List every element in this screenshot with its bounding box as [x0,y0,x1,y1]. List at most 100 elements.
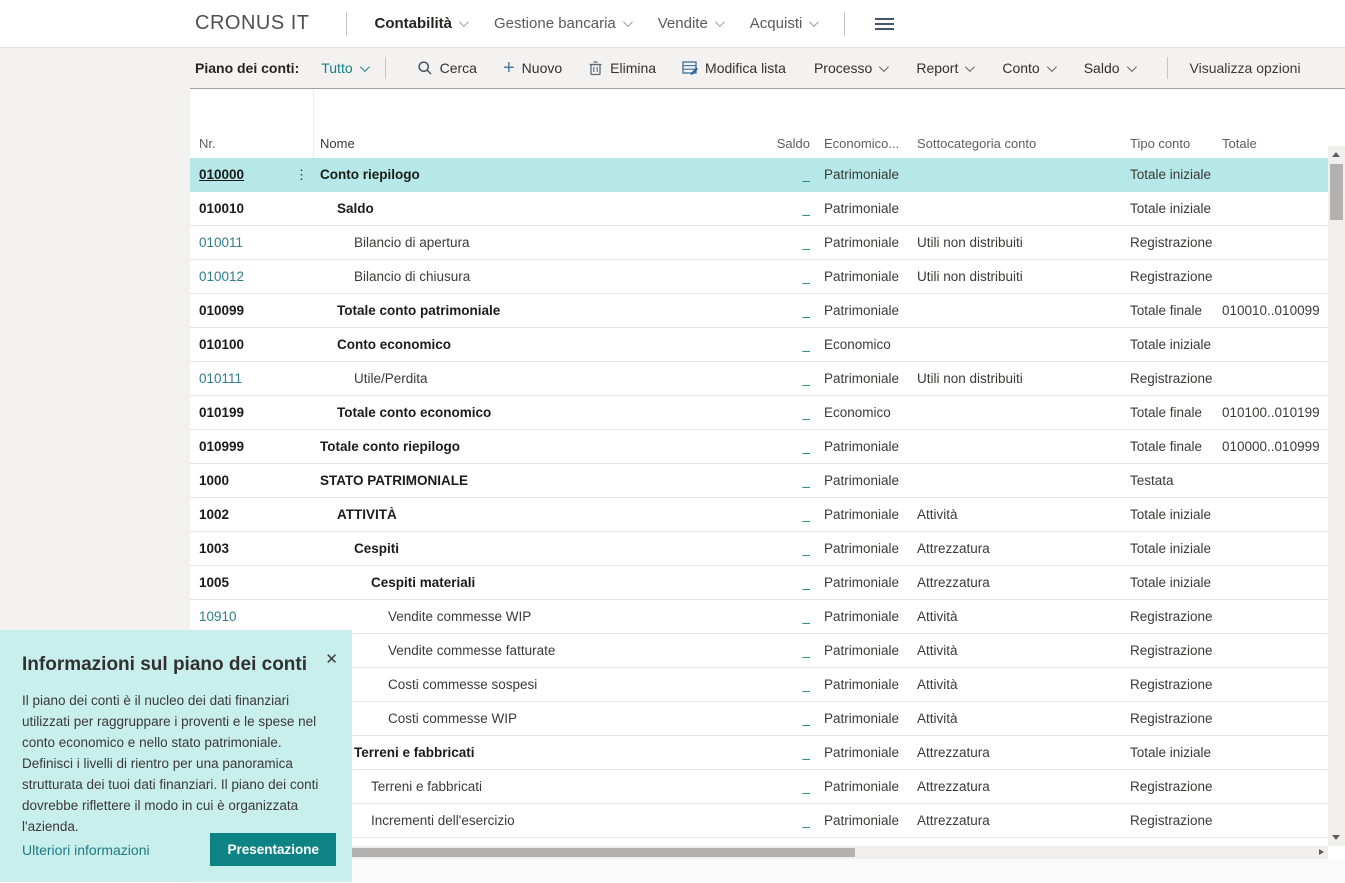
row-nr-link[interactable]: 010099 [199,303,244,318]
col-header-tipo-conto[interactable]: Tipo conto [1123,136,1215,151]
col-header-nome[interactable]: Nome [313,136,770,151]
table-row[interactable]: ⋮ Costi commesse sospesi _ Patrimoniale … [190,668,1328,702]
row-tipo-conto: Totale iniziale [1130,745,1212,760]
row-context-menu-icon[interactable]: ⋮ [295,167,309,183]
table-row[interactable]: 1000 ⋮ STATO PATRIMONIALE _ Patrimoniale… [190,464,1328,498]
table-row[interactable]: 010099 ⋮ Totale conto patrimoniale _ Pat… [190,294,1328,328]
col-header-economico[interactable]: Economico... [810,136,917,151]
row-saldo-link[interactable]: _ [770,337,810,352]
row-saldo-link[interactable]: _ [770,541,810,556]
table-row[interactable]: 010010 ⋮ Saldo _ Patrimoniale Totale ini… [190,192,1328,226]
presentation-button[interactable]: Presentazione [210,833,336,866]
row-saldo-link[interactable]: _ [770,507,810,522]
divider [384,57,386,79]
row-nr-link[interactable]: 1005 [199,575,229,590]
row-nr-link[interactable]: 1000 [199,473,229,488]
row-nome: Incrementi dell'esercizio [371,813,515,828]
table-row[interactable]: 1002 ⋮ ATTIVITÀ _ Patrimoniale Attività … [190,498,1328,532]
row-saldo-link[interactable]: _ [770,439,810,454]
chevron-down-icon [965,61,976,72]
row-saldo-link[interactable]: _ [770,609,810,624]
table-row[interactable]: 010011 ⋮ Bilancio di apertura _ Patrimon… [190,226,1328,260]
page-toolbar: Piano dei conti: Tutto Cerca + Nuovo Eli… [0,48,1345,88]
table-row[interactable]: 010111 ⋮ Utile/Perdita _ Patrimoniale Ut… [190,362,1328,396]
horizontal-scrollbar[interactable] [190,846,1328,859]
row-nr-link[interactable]: 1002 [199,507,229,522]
saldo-dropdown[interactable]: Saldo [1084,60,1137,76]
conto-dropdown[interactable]: Conto [1002,60,1057,76]
col-header-nr[interactable]: Nr. [190,136,313,151]
search-button[interactable]: Cerca [417,60,477,76]
new-button[interactable]: + Nuovo [502,57,562,79]
table-row[interactable]: 010012 ⋮ Bilancio di chiusura _ Patrimon… [190,260,1328,294]
table-row[interactable]: 10910 ⋮ Vendite commesse WIP _ Patrimoni… [190,600,1328,634]
row-saldo-link[interactable]: _ [770,303,810,318]
row-tipo-conto: Registrazione [1130,677,1213,692]
col-header-totale[interactable]: Totale [1215,136,1328,151]
view-filter-value: Tutto [321,60,353,76]
processo-dropdown[interactable]: Processo [814,60,890,76]
nav-menu-acquisti[interactable]: Acquisti [750,15,820,32]
row-saldo-link[interactable]: _ [770,779,810,794]
row-nr-link[interactable]: 010011 [199,235,243,250]
view-filter-dropdown[interactable]: Tutto [321,60,370,76]
row-nr-link[interactable]: 010199 [199,405,244,420]
row-nr-link[interactable]: 010111 [199,371,242,386]
row-nr-link[interactable]: 10910 [199,609,237,624]
row-saldo-link[interactable]: _ [770,473,810,488]
row-saldo-link[interactable]: _ [770,643,810,658]
row-nr-link[interactable]: 1003 [199,541,229,556]
row-saldo-link[interactable]: _ [770,677,810,692]
table-row[interactable]: 010100 ⋮ Conto economico _ Economico Tot… [190,328,1328,362]
table-row[interactable]: 1003 ⋮ Cespiti _ Patrimoniale Attrezzatu… [190,532,1328,566]
hamburger-menu-icon[interactable] [875,15,895,33]
table-row[interactable]: 1005 ⋮ Cespiti materiali _ Patrimoniale … [190,566,1328,600]
row-saldo-link[interactable]: _ [770,745,810,760]
table-row[interactable]: ⋮ Incrementi dell'esercizio _ Patrimonia… [190,804,1328,838]
row-nome: Cespiti [354,541,400,556]
company-name[interactable]: CRONUS IT [195,12,310,35]
row-nr-link[interactable]: 010010 [199,201,244,216]
view-options-button[interactable]: Visualizza opzioni [1190,60,1301,76]
row-nr-link[interactable]: 010100 [199,337,244,352]
vertical-scrollbar-thumb[interactable] [1330,164,1343,220]
table-row[interactable]: ⋮ Vendite commesse fatturate _ Patrimoni… [190,634,1328,668]
table-row[interactable]: ⋮ Costi commesse WIP _ Patrimoniale Atti… [190,702,1328,736]
edit-list-button[interactable]: Modifica lista [682,60,786,76]
col-header-saldo[interactable]: Saldo [770,136,810,151]
scroll-up-icon[interactable] [1332,152,1340,157]
vertical-scrollbar[interactable] [1328,146,1345,846]
row-tipo-conto: Totale finale [1130,303,1203,318]
row-sottocategoria: Utili non distribuiti [917,371,1023,386]
report-dropdown[interactable]: Report [916,60,976,76]
table-row[interactable]: 010199 ⋮ Totale conto economico _ Econom… [190,396,1328,430]
nav-menu-contabilita[interactable]: Contabilità [375,15,469,32]
scroll-right-icon[interactable] [1319,849,1324,855]
row-saldo-link[interactable]: _ [770,711,810,726]
row-nome: Conto riepilogo [320,167,420,182]
table-row[interactable]: 010000 ⋮ Conto riepilogo _ Patrimoniale … [190,158,1328,192]
nav-menu-gestione-bancaria[interactable]: Gestione bancaria [494,15,633,32]
table-row[interactable]: ⋮ Terreni e fabbricati _ Patrimoniale At… [190,736,1328,770]
row-nr-link[interactable]: 010012 [199,269,244,284]
row-nr-link[interactable]: 010999 [199,439,244,454]
plus-icon: + [502,57,515,79]
row-saldo-link[interactable]: _ [770,371,810,386]
row-saldo-link[interactable]: _ [770,575,810,590]
delete-button[interactable]: Elimina [588,60,656,76]
row-saldo-link[interactable]: _ [770,405,810,420]
scroll-down-icon[interactable] [1332,835,1340,840]
learn-more-link[interactable]: Ulteriori informazioni [22,842,150,858]
row-tipo-conto: Registrazione [1130,235,1213,250]
row-saldo-link[interactable]: _ [770,813,810,828]
row-saldo-link[interactable]: _ [770,269,810,284]
nav-menu-vendite[interactable]: Vendite [658,15,725,32]
row-saldo-link[interactable]: _ [770,235,810,250]
row-nr-link[interactable]: 010000 [199,167,244,182]
col-header-sottocategoria[interactable]: Sottocategoria conto [917,136,1123,151]
row-saldo-link[interactable]: _ [770,167,810,182]
close-icon[interactable]: ✕ [325,650,338,668]
row-saldo-link[interactable]: _ [770,201,810,216]
table-row[interactable]: ⋮ Terreni e fabbricati _ Patrimoniale At… [190,770,1328,804]
table-row[interactable]: 010999 ⋮ Totale conto riepilogo _ Patrim… [190,430,1328,464]
